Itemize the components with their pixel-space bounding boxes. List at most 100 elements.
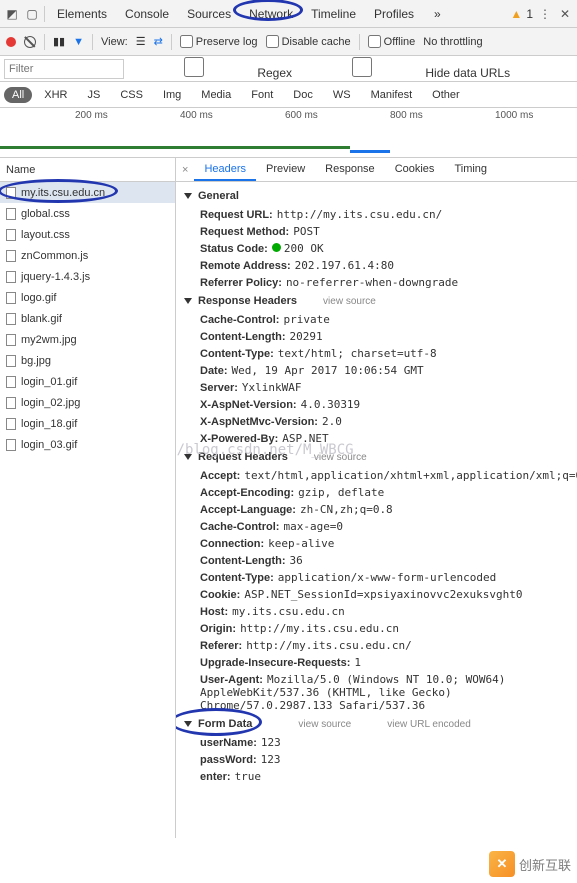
header-kv: User-Agent:Mozilla/5.0 (Windows NT 10.0;… <box>182 671 571 714</box>
inspect-icon[interactable]: ◩ <box>4 7 20 21</box>
network-request-row[interactable]: my.its.csu.edu.cn <box>0 182 175 203</box>
header-kv: Cache-Control:private <box>182 311 571 328</box>
file-name: bg.jpg <box>21 355 51 367</box>
type-filter-media[interactable]: Media <box>193 87 239 103</box>
network-request-row[interactable]: login_18.gif <box>0 413 175 434</box>
file-icon <box>6 292 16 304</box>
type-filter-img[interactable]: Img <box>155 87 189 103</box>
network-request-row[interactable]: jquery-1.4.3.js <box>0 266 175 287</box>
header-kv: Cookie:ASP.NET_SessionId=xpsiyaxinovvc2e… <box>182 586 571 603</box>
file-name: login_03.gif <box>21 439 77 451</box>
disable-cache-checkbox[interactable]: Disable cache <box>266 35 351 48</box>
network-request-row[interactable]: layout.css <box>0 224 175 245</box>
section-header[interactable]: Response Headersview source <box>182 291 571 311</box>
disclosure-triangle-icon <box>184 298 192 304</box>
network-request-row[interactable]: login_03.gif <box>0 434 175 455</box>
large-rows-icon[interactable]: ☰ <box>136 35 146 48</box>
type-filter-ws[interactable]: WS <box>325 87 359 103</box>
network-request-row[interactable]: blank.gif <box>0 308 175 329</box>
header-kv: Status Code:200 OK <box>182 240 571 257</box>
main-tab-network[interactable]: Network <box>241 3 301 25</box>
type-filter-manifest[interactable]: Manifest <box>363 87 421 103</box>
close-icon[interactable]: ✕ <box>557 7 573 21</box>
file-icon <box>6 187 16 199</box>
detail-tabs: × HeadersPreviewResponseCookiesTiming <box>176 158 577 182</box>
form-kv: userName:123 <box>182 734 571 751</box>
close-detail-icon[interactable]: × <box>176 164 194 176</box>
file-icon <box>6 208 16 220</box>
network-request-row[interactable]: bg.jpg <box>0 350 175 371</box>
offline-checkbox[interactable]: Offline <box>368 35 416 48</box>
type-filter-js[interactable]: JS <box>79 87 108 103</box>
network-request-row[interactable]: logo.gif <box>0 287 175 308</box>
network-request-row[interactable]: login_01.gif <box>0 371 175 392</box>
settings-icon[interactable]: ⋮ <box>537 7 553 21</box>
record-button[interactable] <box>6 37 16 47</box>
more-tabs[interactable]: » <box>426 3 449 25</box>
view-source-link[interactable]: view source <box>323 296 376 307</box>
header-kv: Content-Length:20291 <box>182 328 571 345</box>
network-request-row[interactable]: znCommon.js <box>0 245 175 266</box>
section-header[interactable]: Form Dataview sourceview URL encoded <box>182 714 571 734</box>
view-url-encoded-link[interactable]: view URL encoded <box>387 719 471 730</box>
header-kv: Accept:text/html,application/xhtml+xml,a… <box>182 467 571 484</box>
header-kv: Accept-Language:zh-CN,zh;q=0.8 <box>182 501 571 518</box>
type-filter-font[interactable]: Font <box>243 87 281 103</box>
file-name: login_02.jpg <box>21 397 80 409</box>
warning-count: 1 <box>526 7 533 21</box>
detail-tab-headers[interactable]: Headers <box>194 159 256 181</box>
separator <box>171 34 172 50</box>
main-tab-console[interactable]: Console <box>117 3 177 25</box>
header-kv: Accept-Encoding:gzip, deflate <box>182 484 571 501</box>
header-kv: Origin:http://my.its.csu.edu.cn <box>182 620 571 637</box>
main-tab-timeline[interactable]: Timeline <box>303 3 364 25</box>
overview-icon[interactable]: ⇄ <box>154 35 163 48</box>
detail-tab-preview[interactable]: Preview <box>256 159 315 181</box>
filter-icon[interactable]: ▼ <box>73 36 84 48</box>
file-icon <box>6 229 16 241</box>
section-header[interactable]: General <box>182 186 571 206</box>
header-kv: Content-Length:36 <box>182 552 571 569</box>
header-kv: X-AspNet-Version:4.0.30319 <box>182 396 571 413</box>
preserve-log-checkbox[interactable]: Preserve log <box>180 35 258 48</box>
file-icon <box>6 271 16 283</box>
network-request-row[interactable]: login_02.jpg <box>0 392 175 413</box>
main-tab-elements[interactable]: Elements <box>49 3 115 25</box>
device-icon[interactable]: ▢ <box>24 7 40 21</box>
type-filter-xhr[interactable]: XHR <box>36 87 75 103</box>
watermark-logo: ✕创新互联 <box>489 851 571 877</box>
name-header[interactable]: Name <box>0 158 175 182</box>
throttle-select[interactable]: No throttling <box>423 36 482 48</box>
file-icon <box>6 397 16 409</box>
detail-tab-response[interactable]: Response <box>315 159 385 181</box>
detail-tab-cookies[interactable]: Cookies <box>385 159 445 181</box>
file-icon <box>6 376 16 388</box>
main-tab-sources[interactable]: Sources <box>179 3 239 25</box>
timeline-tick: 400 ms <box>180 110 213 121</box>
network-request-row[interactable]: my2wm.jpg <box>0 329 175 350</box>
type-filter-doc[interactable]: Doc <box>285 87 321 103</box>
file-icon <box>6 334 16 346</box>
separator <box>359 34 360 50</box>
regex-checkbox[interactable]: Regex <box>134 57 292 80</box>
warning-icon[interactable]: ▲ <box>510 7 522 21</box>
timeline[interactable]: 200 ms400 ms600 ms800 ms1000 ms <box>0 108 577 158</box>
file-name: my.its.csu.edu.cn <box>21 187 105 199</box>
clear-button[interactable] <box>24 36 36 48</box>
view-source-link[interactable]: view source <box>298 719 351 730</box>
timeline-tick: 200 ms <box>75 110 108 121</box>
form-kv: enter:true <box>182 768 571 785</box>
header-kv: X-AspNetMvc-Version:2.0 <box>182 413 571 430</box>
hide-data-checkbox[interactable]: Hide data URLs <box>302 57 510 80</box>
type-filter-css[interactable]: CSS <box>112 87 151 103</box>
timeline-bar <box>350 150 390 153</box>
type-filter-other[interactable]: Other <box>424 87 468 103</box>
headers-body[interactable]: GeneralRequest URL:http://my.its.csu.edu… <box>176 182 577 838</box>
filter-input[interactable] <box>4 59 124 79</box>
network-request-row[interactable]: global.css <box>0 203 175 224</box>
file-name: znCommon.js <box>21 250 88 262</box>
camera-icon[interactable]: ▮▮ <box>53 35 65 48</box>
main-tab-profiles[interactable]: Profiles <box>366 3 422 25</box>
type-filter-all[interactable]: All <box>4 87 32 103</box>
detail-tab-timing[interactable]: Timing <box>444 159 497 181</box>
